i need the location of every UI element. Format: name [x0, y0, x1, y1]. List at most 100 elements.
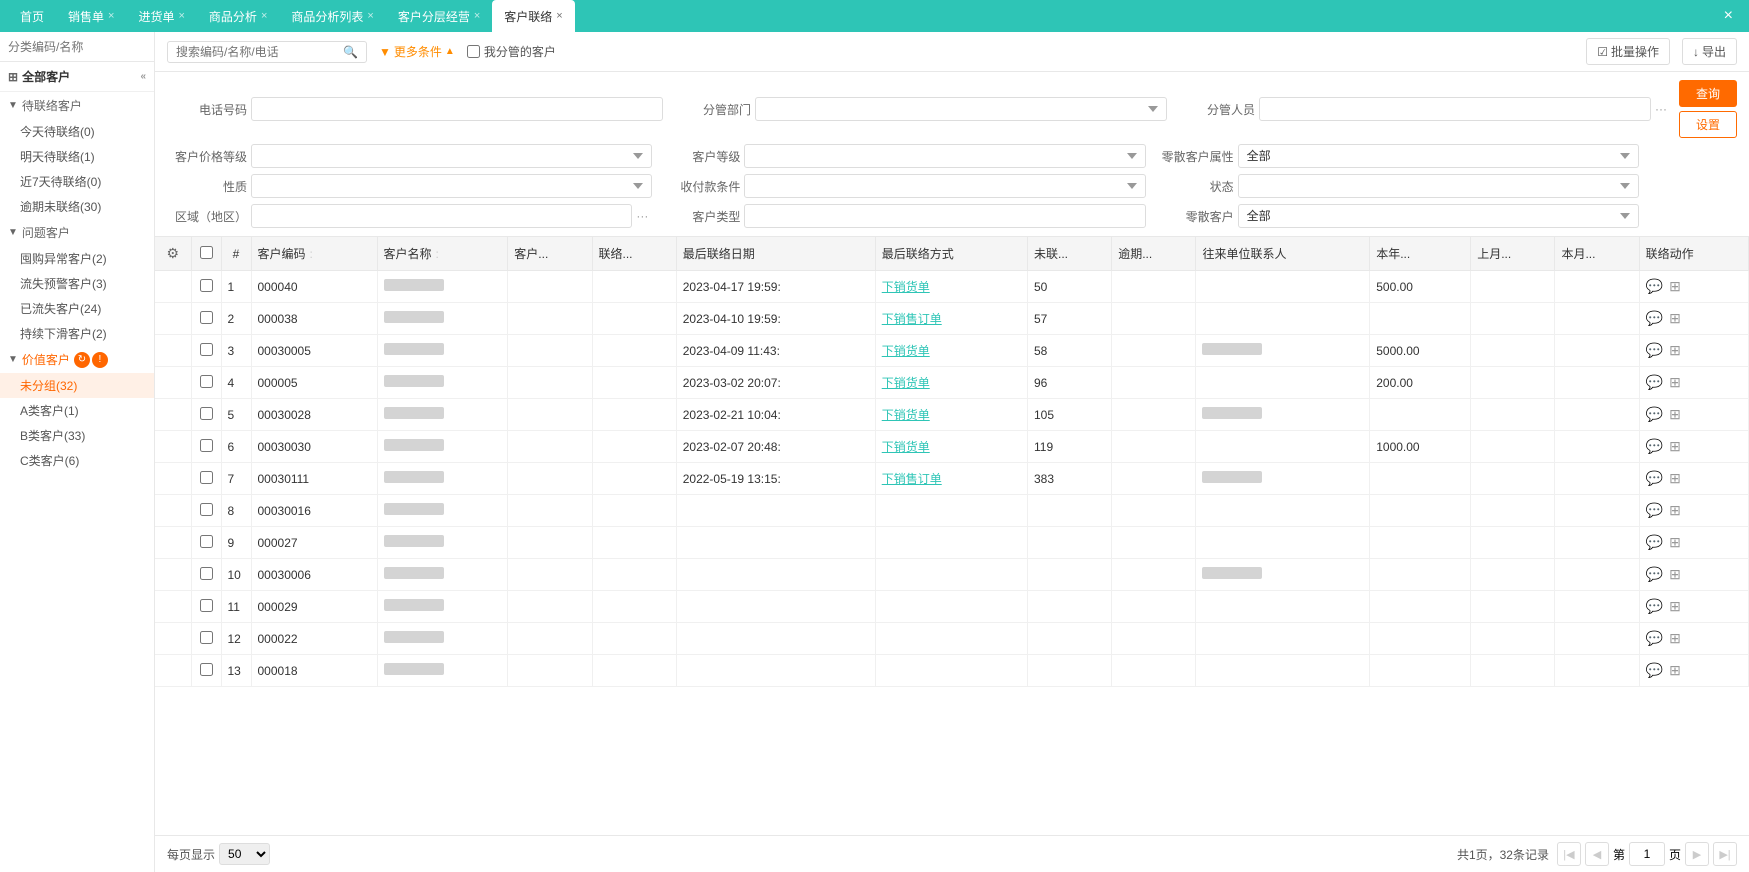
row-select-checkbox[interactable]: [200, 599, 213, 612]
nav-close-purchase[interactable]: ×: [178, 10, 184, 22]
row-select-checkbox[interactable]: [200, 535, 213, 548]
sidebar-item-class-b[interactable]: B类客户(33): [0, 423, 154, 448]
reset-button[interactable]: 设置: [1679, 111, 1737, 138]
column-settings-icon[interactable]: ⚙: [166, 245, 179, 261]
apps-icon[interactable]: ⊞: [1669, 534, 1681, 551]
row-select-checkbox[interactable]: [200, 503, 213, 516]
payment-select[interactable]: [744, 174, 1145, 198]
chat-icon[interactable]: 💬: [1646, 662, 1663, 679]
retail-customer-select[interactable]: 全部: [1238, 204, 1639, 228]
page-number-input[interactable]: [1629, 842, 1665, 866]
nav-close-sales[interactable]: ×: [108, 10, 114, 22]
nav-goods-analysis-list[interactable]: 商品分析列表 ×: [279, 0, 385, 32]
row-select-checkbox[interactable]: [200, 407, 213, 420]
nature-select[interactable]: [251, 174, 652, 198]
row-select-checkbox[interactable]: [200, 311, 213, 324]
nav-home[interactable]: 首页: [8, 0, 56, 32]
next-page-button[interactable]: ▶: [1685, 842, 1709, 866]
refresh-icon[interactable]: ↻: [74, 352, 90, 368]
nav-purchase[interactable]: 进货单 ×: [126, 0, 196, 32]
apps-icon[interactable]: ⊞: [1669, 406, 1681, 423]
chat-icon[interactable]: 💬: [1646, 566, 1663, 583]
status-select[interactable]: [1238, 174, 1639, 198]
nav-close-customer-contact[interactable]: ×: [556, 10, 562, 22]
sidebar-group-pending[interactable]: ▼ 待联络客户: [0, 92, 154, 119]
region-dots-btn[interactable]: ···: [632, 209, 652, 223]
apps-icon[interactable]: ⊞: [1669, 566, 1681, 583]
sidebar-group-value[interactable]: ▼ 价值客户 ↻ !: [0, 346, 154, 373]
chat-icon[interactable]: 💬: [1646, 406, 1663, 423]
sidebar-item-tomorrow[interactable]: 明天待联络(1): [0, 144, 154, 169]
row-select-checkbox[interactable]: [200, 631, 213, 644]
phone-input[interactable]: [251, 97, 663, 121]
sidebar-item-overdue[interactable]: 逾期未联络(30): [0, 194, 154, 219]
chat-icon[interactable]: 💬: [1646, 470, 1663, 487]
apps-icon[interactable]: ⊞: [1669, 470, 1681, 487]
last-page-button[interactable]: ▶|: [1713, 842, 1737, 866]
sidebar-search-input[interactable]: [8, 40, 155, 54]
nav-customer-contact[interactable]: 客户联络 ×: [492, 0, 574, 32]
chat-icon[interactable]: 💬: [1646, 310, 1663, 327]
price-tier-select[interactable]: [251, 144, 652, 168]
per-page-select[interactable]: 50 100 200: [219, 843, 270, 865]
nav-close-goods-analysis[interactable]: ×: [261, 10, 267, 22]
customer-type-input[interactable]: [744, 204, 1145, 228]
nav-sales[interactable]: 销售单 ×: [56, 0, 126, 32]
apps-icon[interactable]: ⊞: [1669, 662, 1681, 679]
nav-customer-tier[interactable]: 客户分层经营 ×: [386, 0, 492, 32]
row-select-checkbox[interactable]: [200, 663, 213, 676]
prev-page-button[interactable]: ◀: [1585, 842, 1609, 866]
apps-icon[interactable]: ⊞: [1669, 630, 1681, 647]
apps-icon[interactable]: ⊞: [1669, 310, 1681, 327]
sidebar-item-class-a[interactable]: A类客户(1): [0, 398, 154, 423]
apps-icon[interactable]: ⊞: [1669, 502, 1681, 519]
batch-op-button[interactable]: ☑ 批量操作: [1586, 38, 1670, 65]
chat-icon[interactable]: 💬: [1646, 598, 1663, 615]
chat-icon[interactable]: 💬: [1646, 374, 1663, 391]
person-dots-btn[interactable]: ···: [1651, 102, 1671, 116]
sidebar-item-abnormal[interactable]: 囤购异常客户(2): [0, 246, 154, 271]
person-input[interactable]: [1259, 97, 1651, 121]
chat-icon[interactable]: 💬: [1646, 342, 1663, 359]
chat-icon[interactable]: 💬: [1646, 502, 1663, 519]
chat-icon[interactable]: 💬: [1646, 534, 1663, 551]
sidebar-item-lost[interactable]: 已流失客户(24): [0, 296, 154, 321]
dept-select[interactable]: [755, 97, 1167, 121]
chat-icon[interactable]: 💬: [1646, 438, 1663, 455]
sidebar-item-unclassified[interactable]: 未分组(32): [0, 373, 154, 398]
chat-icon[interactable]: 💬: [1646, 278, 1663, 295]
select-all-checkbox[interactable]: [200, 246, 213, 259]
sidebar-item-7days[interactable]: 近7天待联络(0): [0, 169, 154, 194]
sidebar-item-today[interactable]: 今天待联络(0): [0, 119, 154, 144]
nav-close-customer-tier[interactable]: ×: [474, 10, 480, 22]
sidebar-item-loss-warning[interactable]: 流失预警客户(3): [0, 271, 154, 296]
export-button[interactable]: ↓ 导出: [1682, 38, 1737, 65]
row-select-checkbox[interactable]: [200, 439, 213, 452]
nav-goods-analysis[interactable]: 商品分析 ×: [197, 0, 279, 32]
query-button[interactable]: 查询: [1679, 80, 1737, 107]
row-select-checkbox[interactable]: [200, 471, 213, 484]
window-close-button[interactable]: ×: [1716, 7, 1741, 25]
sidebar-item-declining[interactable]: 持续下滑客户(2): [0, 321, 154, 346]
main-search-input[interactable]: [176, 45, 343, 59]
sidebar-item-class-c[interactable]: C类客户(6): [0, 448, 154, 473]
row-select-checkbox[interactable]: [200, 279, 213, 292]
region-input[interactable]: [251, 204, 632, 228]
customer-tier-select[interactable]: [744, 144, 1145, 168]
apps-icon[interactable]: ⊞: [1669, 342, 1681, 359]
row-select-checkbox[interactable]: [200, 343, 213, 356]
sidebar-group-problem[interactable]: ▼ 问题客户: [0, 219, 154, 246]
apps-icon[interactable]: ⊞: [1669, 598, 1681, 615]
retail-attr-select[interactable]: 全部: [1238, 144, 1639, 168]
apps-icon[interactable]: ⊞: [1669, 278, 1681, 295]
main-search-icon[interactable]: 🔍: [343, 45, 358, 59]
sidebar-all-customers[interactable]: ⊞ 全部客户 «: [0, 62, 154, 92]
collapse-sidebar-icon[interactable]: «: [140, 71, 146, 82]
apps-icon[interactable]: ⊞: [1669, 374, 1681, 391]
first-page-button[interactable]: |◀: [1557, 842, 1581, 866]
nav-close-goods-analysis-list[interactable]: ×: [367, 10, 373, 22]
row-select-checkbox[interactable]: [200, 375, 213, 388]
row-select-checkbox[interactable]: [200, 567, 213, 580]
chat-icon[interactable]: 💬: [1646, 630, 1663, 647]
apps-icon[interactable]: ⊞: [1669, 438, 1681, 455]
